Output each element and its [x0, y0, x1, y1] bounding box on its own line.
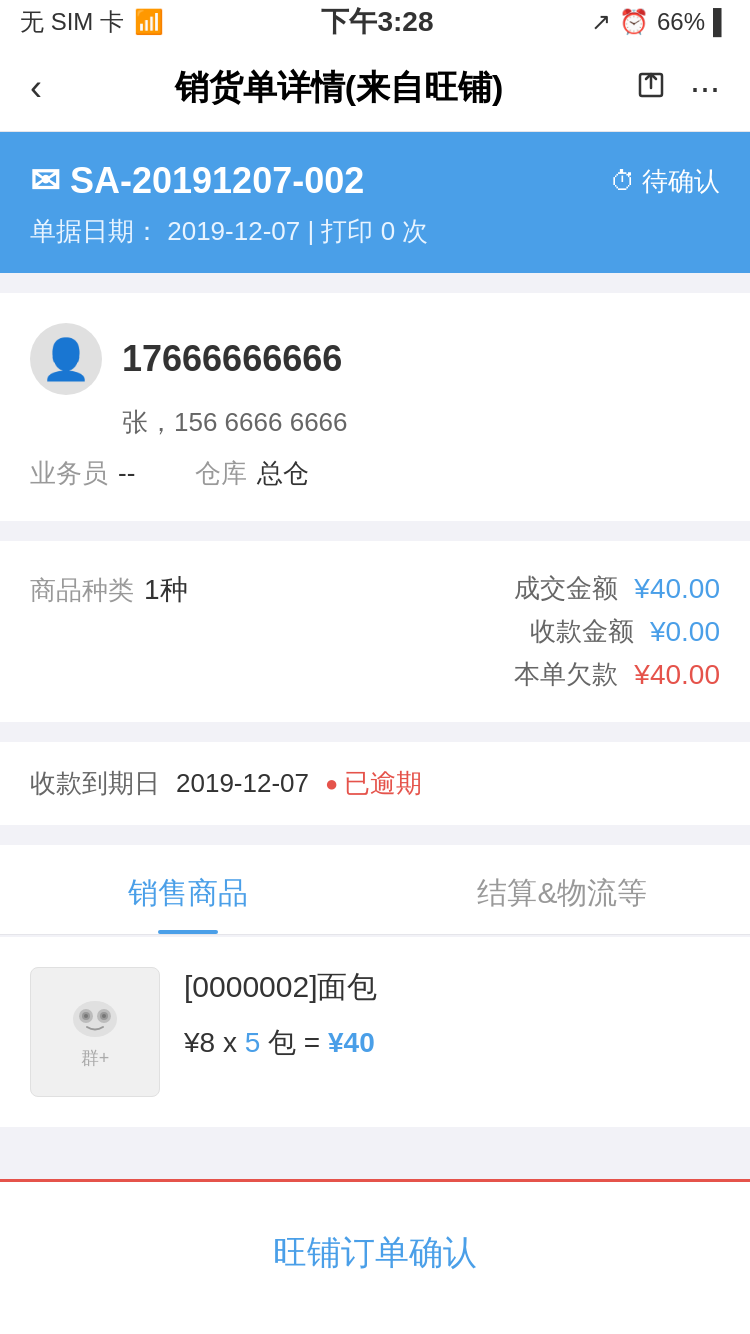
- confirm-order-button[interactable]: 旺铺订单确认: [30, 1202, 720, 1304]
- product-type-label: 商品种类: [30, 573, 134, 608]
- svg-point-1: [73, 1001, 117, 1037]
- product-section: 群+ [0000002]面包 ¥8 x 5 包 = ¥40: [0, 937, 750, 1127]
- warehouse-label: 仓库: [195, 456, 247, 491]
- clock-icon: ⏱: [610, 166, 636, 197]
- product-type-value: 1种: [144, 571, 188, 609]
- multiply-icon: x: [223, 1027, 245, 1058]
- location-icon: ↗: [591, 8, 611, 36]
- svg-point-7: [102, 1014, 106, 1018]
- nav-bar: ‹ 销货单详情(来自旺铺) ···: [0, 44, 750, 132]
- summary-right: 成交金额 ¥40.00 收款金额 ¥0.00 本单欠款 ¥40.00: [514, 571, 720, 692]
- summary-left: 商品种类 1种: [30, 571, 188, 609]
- back-button[interactable]: ‹: [30, 67, 42, 109]
- customer-row: 👤 17666666666: [30, 323, 720, 395]
- owed-row: 本单欠款 ¥40.00: [514, 657, 720, 692]
- order-id: ✉ SA-20191207-002: [30, 160, 364, 202]
- tab-products-label: 销售商品: [128, 876, 248, 909]
- salesperson-field: 业务员 --: [30, 456, 135, 491]
- customer-name: 张，156 6666 6666: [122, 405, 720, 440]
- tab-settlement[interactable]: 结算&物流等: [375, 845, 750, 934]
- product-logo: 群+: [65, 994, 125, 1070]
- tabs-section: 销售商品 结算&物流等: [0, 845, 750, 935]
- unit: 包: [268, 1027, 296, 1058]
- due-date-section: 收款到期日 2019-12-07 ● 已逾期: [0, 742, 750, 825]
- customer-section: 👤 17666666666 张，156 6666 6666 业务员 -- 仓库 …: [0, 293, 750, 521]
- email-icon: ✉: [30, 160, 60, 202]
- wifi-icon: 📶: [134, 8, 164, 36]
- more-icon[interactable]: ···: [690, 67, 720, 109]
- status-bar-left: 无 SIM 卡 📶: [20, 6, 164, 38]
- amount-label: 成交金额: [514, 571, 618, 606]
- status-bar-right: ↗ ⏰ 66% ▌: [591, 8, 730, 36]
- tab-underline: [158, 930, 218, 934]
- received-row: 收款金额 ¥0.00: [530, 614, 720, 649]
- summary-section: 商品种类 1种 成交金额 ¥40.00 收款金额 ¥0.00 本单欠款 ¥40.…: [0, 541, 750, 722]
- received-value: ¥0.00: [650, 616, 720, 648]
- status-bar-time: 下午3:28: [321, 3, 433, 41]
- customer-meta: 业务员 -- 仓库 总仓: [30, 456, 720, 491]
- page-title: 销货单详情(来自旺铺): [175, 65, 504, 111]
- carrier-text: 无 SIM 卡: [20, 6, 124, 38]
- equals-sign: =: [304, 1027, 328, 1058]
- tabs-row: 销售商品 结算&物流等: [0, 845, 750, 934]
- overdue-badge: ● 已逾期: [325, 766, 422, 801]
- due-date-label: 收款到期日: [30, 766, 160, 801]
- status-bar: 无 SIM 卡 📶 下午3:28 ↗ ⏰ 66% ▌: [0, 0, 750, 44]
- amount-row: 成交金额 ¥40.00: [514, 571, 720, 606]
- overdue-text: 已逾期: [344, 766, 422, 801]
- product-item: 群+ [0000002]面包 ¥8 x 5 包 = ¥40: [30, 967, 720, 1097]
- product-thumbnail: 群+: [30, 967, 160, 1097]
- product-name: [0000002]面包: [184, 967, 720, 1008]
- salesperson-value: --: [118, 458, 135, 489]
- product-info: [0000002]面包 ¥8 x 5 包 = ¥40: [184, 967, 720, 1062]
- share-icon[interactable]: [636, 67, 666, 109]
- battery-text: 66%: [657, 8, 705, 36]
- amount-value: ¥40.00: [634, 573, 720, 605]
- order-header: ✉ SA-20191207-002 ⏱ 待确认 单据日期： 2019-12-07…: [0, 132, 750, 273]
- alarm-icon: ⏰: [619, 8, 649, 36]
- warehouse-value: 总仓: [257, 456, 309, 491]
- svg-point-6: [84, 1014, 88, 1018]
- total-price: ¥40: [328, 1027, 375, 1058]
- quantity: 5: [245, 1027, 261, 1058]
- customer-phone: 17666666666: [122, 338, 342, 380]
- owed-label: 本单欠款: [514, 657, 618, 692]
- avatar: 👤: [30, 323, 102, 395]
- order-header-top: ✉ SA-20191207-002 ⏱ 待确认: [30, 160, 720, 202]
- salesperson-label: 业务员: [30, 456, 108, 491]
- received-label: 收款金额: [530, 614, 634, 649]
- avatar-icon: 👤: [41, 336, 91, 383]
- owed-value: ¥40.00: [634, 659, 720, 691]
- bottom-bar: 旺铺订单确认: [0, 1179, 750, 1334]
- warehouse-field: 仓库 总仓: [195, 456, 309, 491]
- order-date: 单据日期： 2019-12-07 | 打印 0 次: [30, 214, 720, 249]
- order-status: ⏱ 待确认: [610, 164, 720, 199]
- due-date-value: 2019-12-07: [176, 768, 309, 799]
- product-price: ¥8 x 5 包 = ¥40: [184, 1024, 720, 1062]
- unit-price: ¥8: [184, 1027, 215, 1058]
- nav-actions: ···: [636, 67, 720, 109]
- overdue-icon: ●: [325, 771, 338, 797]
- product-logo-text: 群+: [81, 1046, 110, 1070]
- battery-icon: ▌: [713, 8, 730, 36]
- product-type-field: 商品种类 1种: [30, 571, 188, 609]
- tab-settlement-label: 结算&物流等: [477, 876, 647, 909]
- tab-products[interactable]: 销售商品: [0, 845, 375, 934]
